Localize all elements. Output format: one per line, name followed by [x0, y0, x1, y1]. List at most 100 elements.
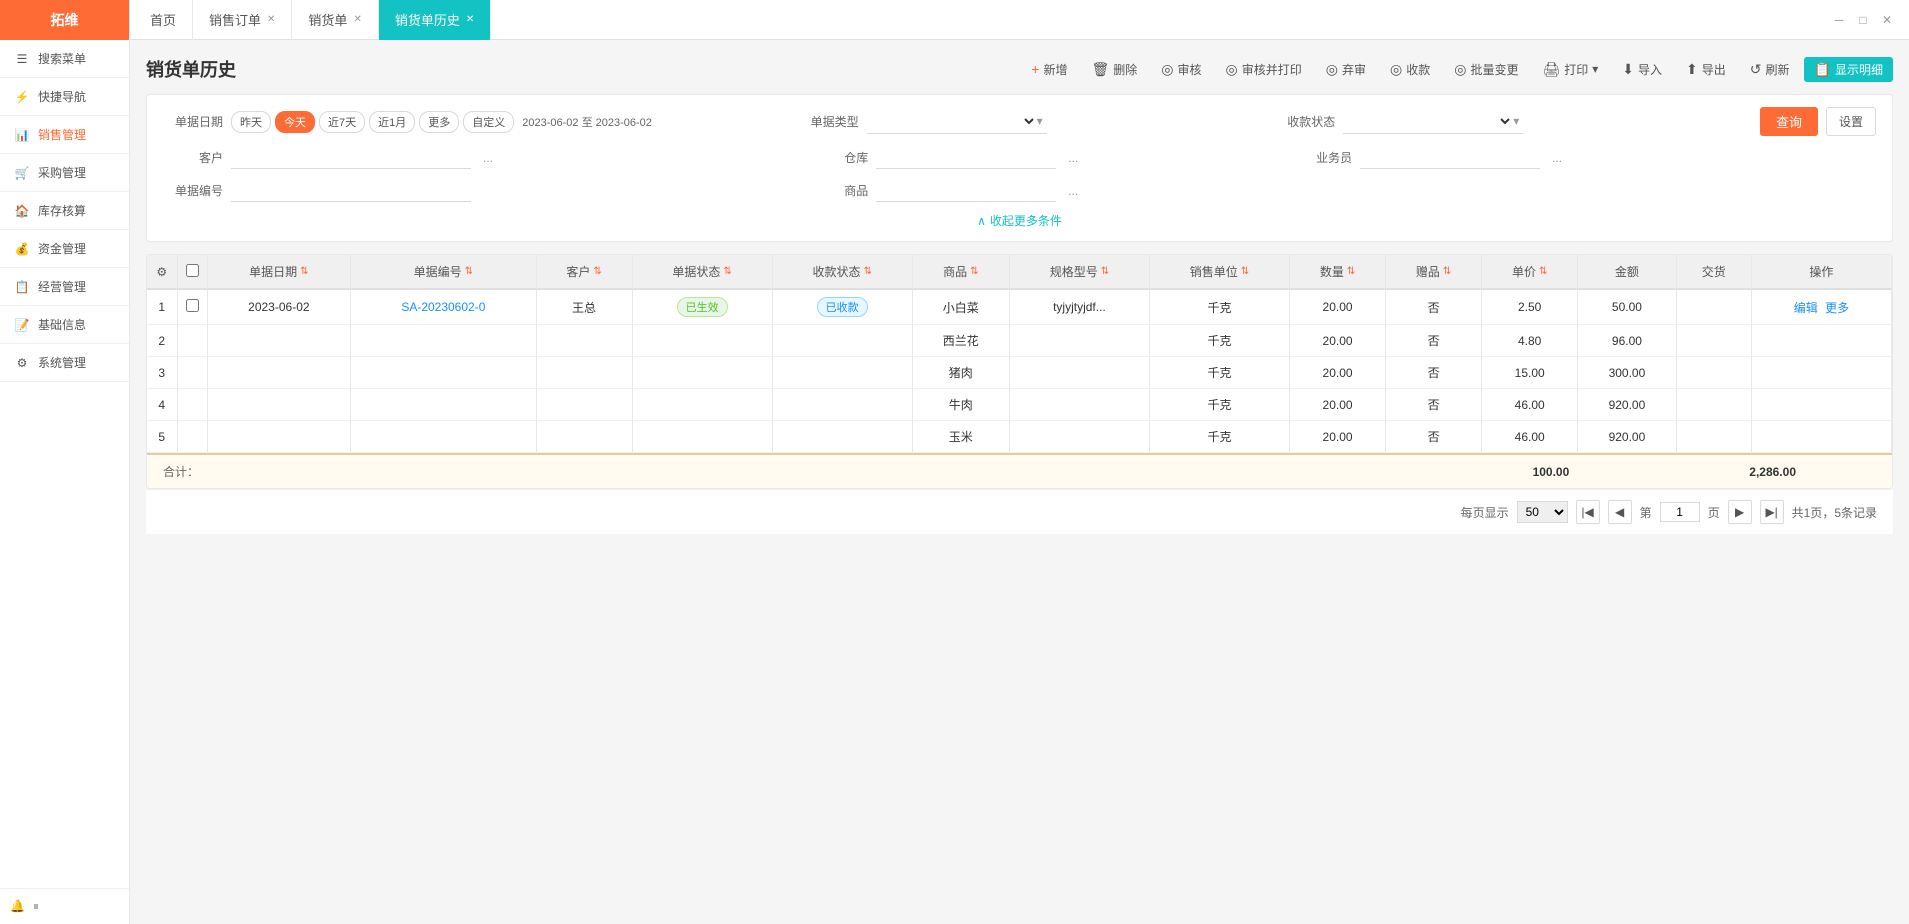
sidebar-item-purchase-mgmt[interactable]: 🛒 采购管理	[0, 154, 129, 192]
filter-docno-input[interactable]	[231, 179, 471, 202]
td-docstatus-1	[632, 325, 772, 357]
setting-button[interactable]: 设置	[1826, 107, 1876, 136]
date-btn-custom[interactable]: 自定义	[463, 111, 514, 133]
tab-home[interactable]: 首页	[134, 0, 193, 40]
th-gift[interactable]: 赠品⇅	[1386, 255, 1482, 289]
date-btn-1month[interactable]: 近1月	[369, 111, 415, 133]
filter-warehouse-input[interactable]	[876, 146, 1056, 169]
th-doc-no[interactable]: 单据编号⇅	[351, 255, 536, 289]
sidebar-item-search-menu[interactable]: ☰ 搜索菜单	[0, 40, 129, 78]
page-last-btn[interactable]: ▶|	[1760, 500, 1784, 524]
sidebar-item-basic-info[interactable]: 📝 基础信息	[0, 306, 129, 344]
td-docno-4	[351, 421, 536, 453]
new-button[interactable]: + 新增	[1021, 57, 1077, 82]
page-prev-btn[interactable]: ◀	[1608, 500, 1632, 524]
filter-doc-date: 单据日期 昨天 今天 近7天 近1月 更多 自定义 2023-06-02 至 2…	[163, 111, 799, 133]
collapse-btn[interactable]: ∧ 收起更多条件	[163, 212, 1876, 229]
sidebar-footer-icon1[interactable]: 🔔	[10, 899, 25, 914]
collect-button[interactable]: ◎ 收款	[1380, 57, 1440, 82]
page-input[interactable]	[1660, 502, 1700, 522]
tab-close-btn[interactable]: ✕	[1877, 10, 1897, 30]
audit-button[interactable]: ◎ 审核	[1151, 57, 1211, 82]
td-delivery-0	[1676, 289, 1751, 325]
td-spec-1	[1009, 325, 1149, 357]
show-detail-button[interactable]: 📋 显示明细	[1804, 57, 1893, 82]
th-unit-price[interactable]: 单价⇅	[1482, 255, 1578, 289]
td-unit-2: 千克	[1149, 357, 1289, 389]
sort-icon-spec: ⇅	[1101, 266, 1109, 277]
goods-ellipsis[interactable]: ...	[1064, 184, 1082, 198]
td-goods-1: 西兰花	[912, 325, 1009, 357]
sidebar-item-ops-mgmt[interactable]: 📋 经营管理	[0, 268, 129, 306]
tab-maximize-btn[interactable]: □	[1853, 10, 1873, 30]
filter-salesperson: 业务员 ...	[1292, 146, 1776, 169]
sidebar-item-quick-nav[interactable]: ⚡ 快捷导航	[0, 78, 129, 116]
settings-gear-icon[interactable]: ⚙	[156, 265, 167, 279]
tab-sales-delivery-close[interactable]: ✕	[353, 14, 361, 25]
abandon-button[interactable]: ◎ 弃审	[1316, 57, 1376, 82]
row-checkbox[interactable]	[186, 299, 199, 312]
audit-print-button[interactable]: ◎ 审核并打印	[1216, 57, 1312, 82]
tab-sales-order[interactable]: 销售订单 ✕	[193, 0, 292, 40]
per-page-select[interactable]: 50 100 200	[1517, 501, 1568, 523]
cart-icon: 🛒	[14, 165, 30, 181]
th-doc-date[interactable]: 单据日期⇅	[207, 255, 351, 289]
td-gift-4: 否	[1386, 421, 1482, 453]
th-action: 操作	[1751, 255, 1891, 289]
add-icon: +	[1031, 61, 1039, 77]
th-qty[interactable]: 数量⇅	[1290, 255, 1386, 289]
page-next-btn[interactable]: ▶	[1728, 500, 1752, 524]
print-button[interactable]: 🖨 打印 ▾	[1532, 57, 1608, 82]
sidebar-item-finance-mgmt[interactable]: 💰 资金管理	[0, 230, 129, 268]
date-btn-yesterday[interactable]: 昨天	[231, 111, 271, 133]
filter-customer-input[interactable]	[231, 146, 471, 169]
more-btn[interactable]: 更多	[1823, 301, 1851, 315]
th-pay-status[interactable]: 收款状态⇅	[772, 255, 912, 289]
batch-change-button[interactable]: ◎ 批量变更	[1444, 57, 1528, 82]
th-settings[interactable]: ⚙	[147, 255, 177, 289]
refresh-button[interactable]: ↺ 刷新	[1740, 57, 1800, 82]
th-spec[interactable]: 规格型号⇅	[1009, 255, 1149, 289]
date-btn-today[interactable]: 今天	[275, 111, 315, 133]
customer-ellipsis[interactable]: ...	[479, 151, 497, 165]
delete-button[interactable]: 🗑 删除	[1082, 57, 1148, 82]
tab-minimize-btn[interactable]: ─	[1829, 10, 1849, 30]
th-goods[interactable]: 商品⇅	[912, 255, 1009, 289]
filter-paystatus-select[interactable]	[1347, 113, 1513, 129]
sidebar-footer-icon2[interactable]: ⏸	[33, 899, 39, 914]
th-doc-status[interactable]: 单据状态⇅	[632, 255, 772, 289]
tab-sales-history-close[interactable]: ✕	[466, 14, 474, 25]
date-btn-7days[interactable]: 近7天	[319, 111, 365, 133]
export-button[interactable]: ⬆ 导出	[1676, 57, 1736, 82]
td-spec-3	[1009, 389, 1149, 421]
td-qty-4: 20.00	[1290, 421, 1386, 453]
sidebar-item-label: 资金管理	[38, 240, 86, 257]
select-all-checkbox[interactable]	[186, 264, 199, 277]
filter-goods-input[interactable]	[876, 179, 1056, 202]
date-btn-more[interactable]: 更多	[419, 111, 459, 133]
th-unit[interactable]: 销售单位⇅	[1149, 255, 1289, 289]
sidebar-item-inventory[interactable]: 🏠 库存核算	[0, 192, 129, 230]
td-qty-0: 20.00	[1290, 289, 1386, 325]
tab-sales-order-close[interactable]: ✕	[267, 14, 275, 25]
main-area: 首页 销售订单 ✕ 销货单 ✕ 销货单历史 ✕ ─ □ ✕ 销货单历史 +	[130, 0, 1909, 924]
doc-no-link[interactable]: SA-20230602-0	[401, 300, 485, 314]
th-customer[interactable]: 客户⇅	[536, 255, 632, 289]
page-first-btn[interactable]: |◀	[1576, 500, 1600, 524]
filter-doctype-select[interactable]	[871, 113, 1037, 129]
filter-salesperson-input[interactable]	[1360, 146, 1540, 169]
edit-btn[interactable]: 编辑	[1792, 301, 1820, 315]
td-docdate-2	[207, 357, 351, 389]
salesperson-ellipsis[interactable]: ...	[1548, 151, 1566, 165]
filter-goods-label: 商品	[808, 182, 868, 199]
pay-status-badge: 已收款	[817, 297, 868, 317]
import-button[interactable]: ⬇ 导入	[1612, 57, 1672, 82]
filter-row-1: 单据日期 昨天 今天 近7天 近1月 更多 自定义 2023-06-02 至 2…	[163, 107, 1876, 136]
sidebar-item-sys-mgmt[interactable]: ⚙ 系统管理	[0, 344, 129, 382]
tab-sales-history[interactable]: 销货单历史 ✕	[379, 0, 491, 40]
tab-sales-delivery[interactable]: 销货单 ✕	[292, 0, 378, 40]
chart-icon: 📊	[14, 127, 30, 143]
warehouse-ellipsis[interactable]: ...	[1064, 151, 1082, 165]
query-button[interactable]: 查询	[1760, 107, 1818, 136]
sidebar-item-sales-mgmt[interactable]: 📊 销售管理	[0, 116, 129, 154]
